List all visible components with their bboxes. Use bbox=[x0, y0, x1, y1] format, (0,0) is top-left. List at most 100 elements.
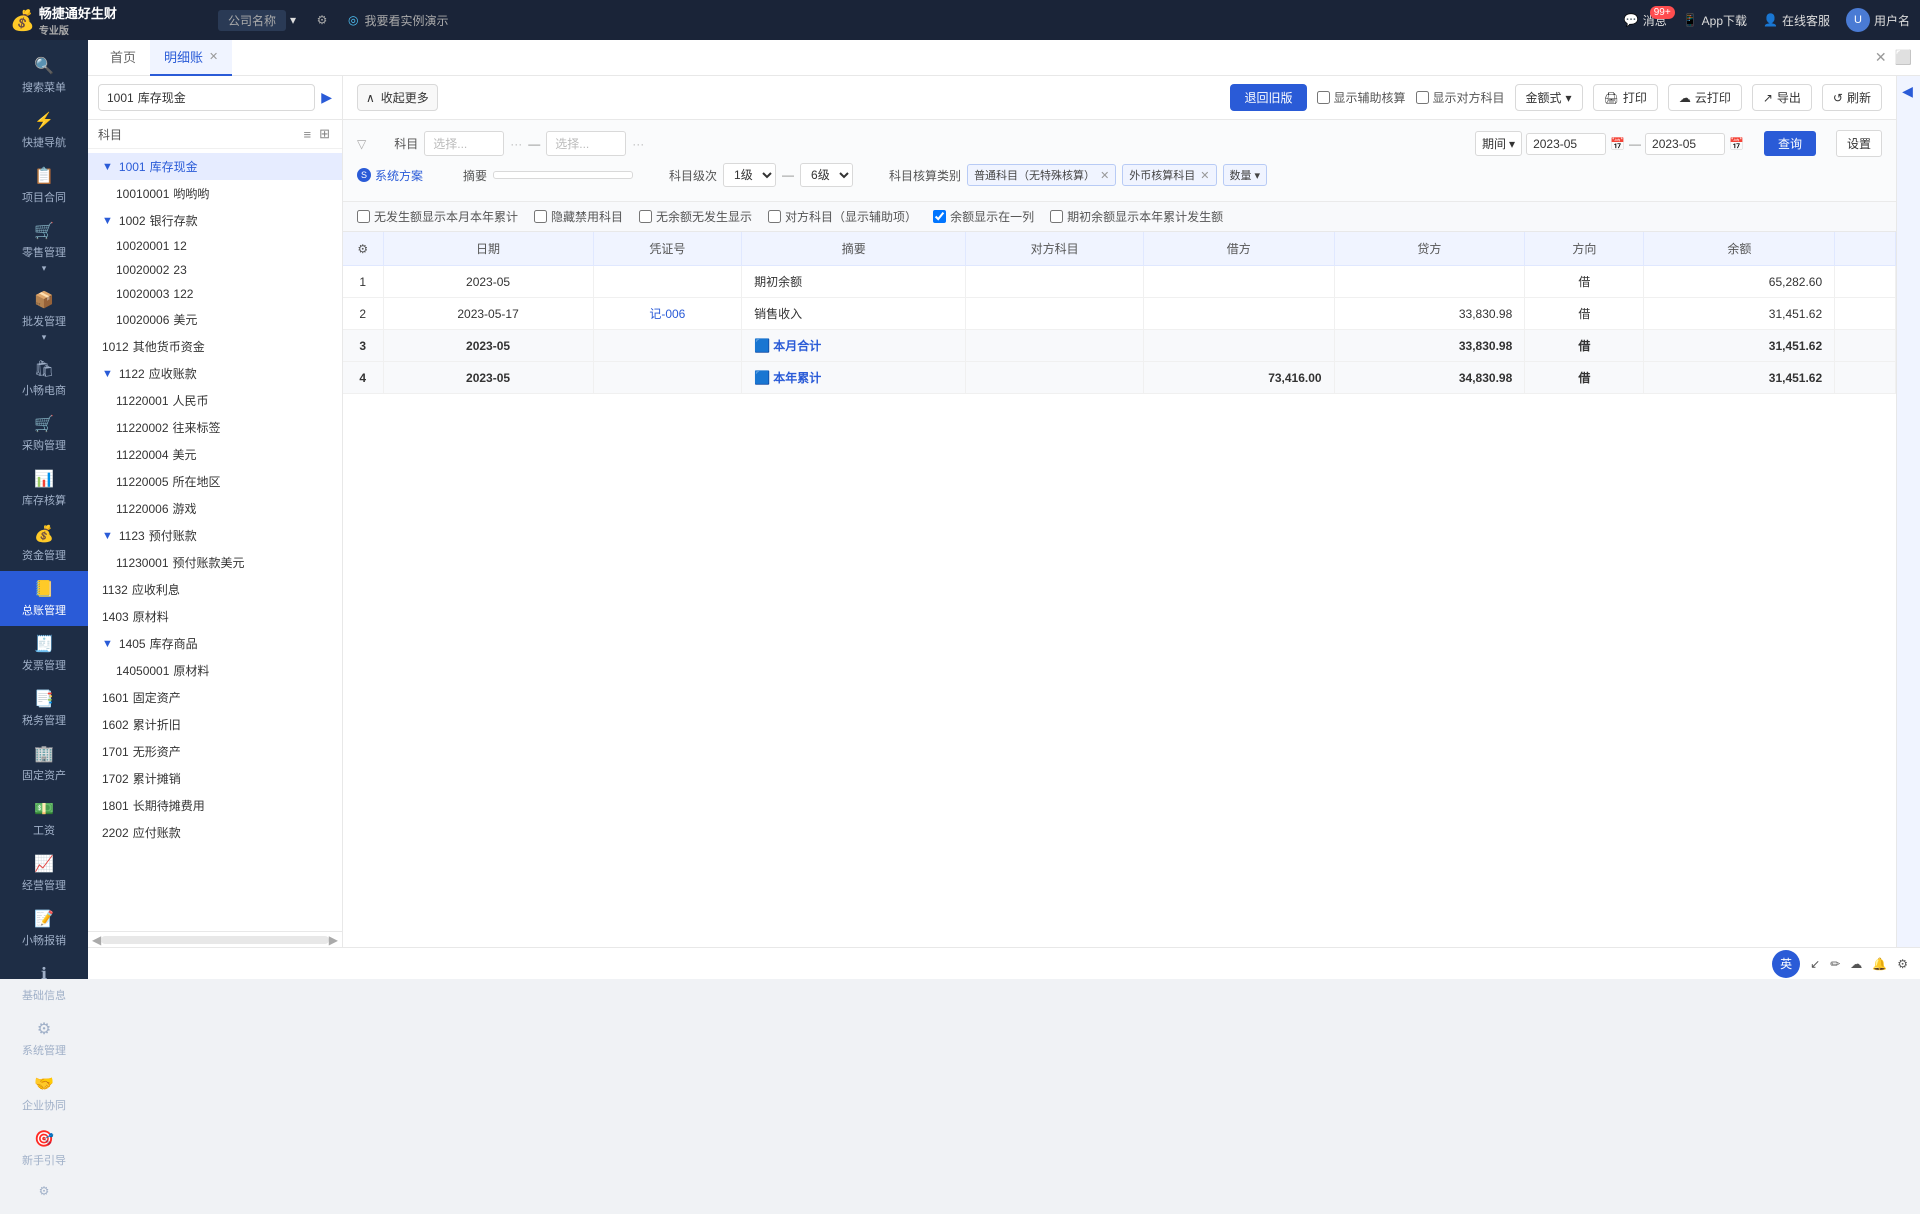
expand-all-btn[interactable]: ⊞ bbox=[317, 124, 332, 144]
tree-item-2202[interactable]: 2202 应付账款 bbox=[88, 819, 342, 846]
tree-item-1001[interactable]: ▼ 1001 库存现金 bbox=[88, 153, 342, 180]
tree-item-1405[interactable]: ▼ 1405 库存商品 bbox=[88, 630, 342, 657]
sidebar-item-guide[interactable]: 🎯 新手引导 bbox=[0, 1121, 88, 1176]
tree-item-14050001[interactable]: 14050001 原材料 bbox=[88, 657, 342, 684]
voucher-link[interactable]: 记-006 bbox=[649, 307, 685, 321]
tree-item-1403[interactable]: 1403 原材料 bbox=[88, 603, 342, 630]
notification-icon[interactable]: 🔔 bbox=[1872, 957, 1887, 971]
show-aux-input[interactable] bbox=[1317, 91, 1330, 104]
sidebar-item-tax[interactable]: 📑 税务管理 bbox=[0, 681, 88, 736]
collapse-icon[interactable]: ↙ bbox=[1810, 957, 1820, 971]
tree-item-10020002[interactable]: 10020002 23 bbox=[88, 258, 342, 282]
subject-to-input[interactable]: 选择... bbox=[546, 131, 626, 156]
right-sidebar[interactable]: ◀ bbox=[1896, 76, 1920, 947]
cb-no-balance-input[interactable] bbox=[639, 210, 652, 223]
account-arrow-icon[interactable]: ▶ bbox=[321, 89, 332, 106]
sidebar-item-invoice[interactable]: 🧾 发票管理 bbox=[0, 626, 88, 681]
cb-no-debit-input[interactable] bbox=[357, 210, 370, 223]
system-scheme-btn[interactable]: S 系统方案 bbox=[357, 167, 423, 184]
scroll-left-btn[interactable]: ◀ bbox=[92, 933, 101, 947]
cb-balance-col[interactable]: 余额显示在一列 bbox=[933, 208, 1034, 225]
show-contra-checkbox[interactable]: 显示对方科目 bbox=[1416, 89, 1505, 106]
tab-close-btn[interactable]: ✕ bbox=[209, 50, 218, 63]
cb-hide-disabled[interactable]: 隐藏禁用科目 bbox=[534, 208, 623, 225]
sidebar-item-collab[interactable]: 🤝 企业协同 bbox=[0, 1066, 88, 1121]
period-end-calendar-icon[interactable]: 📅 bbox=[1729, 137, 1744, 151]
sidebar-settings-btn[interactable]: ⚙ bbox=[35, 1176, 54, 1206]
sidebar-item-search[interactable]: 🔍 搜索菜单 bbox=[0, 48, 88, 103]
tab-detail-ledger[interactable]: 明细账 ✕ bbox=[150, 40, 232, 76]
cb-hide-disabled-input[interactable] bbox=[534, 210, 547, 223]
period-end-input[interactable]: 2023-05 bbox=[1645, 133, 1725, 155]
print-btn[interactable]: 🖨 打印 bbox=[1593, 84, 1658, 111]
tree-item-11230001[interactable]: 11230001 预付账款美元 bbox=[88, 549, 342, 576]
tree-item-1801[interactable]: 1801 长期待摊费用 bbox=[88, 792, 342, 819]
tree-item-11220002[interactable]: 11220002 往来标签 bbox=[88, 414, 342, 441]
sidebar-item-retail[interactable]: 🛒 零售管理 ▾ bbox=[0, 213, 88, 282]
tree-item-1602[interactable]: 1602 累计折旧 bbox=[88, 711, 342, 738]
settings-icon-bottom[interactable]: ⚙ bbox=[1897, 957, 1908, 971]
period-start-input[interactable]: 2023-05 bbox=[1526, 133, 1606, 155]
settings-icon[interactable]: ⚙ bbox=[308, 6, 336, 34]
query-settings-btn[interactable]: 设置 bbox=[1836, 130, 1882, 157]
sidebar-item-ledger[interactable]: 📒 总账管理 bbox=[0, 571, 88, 626]
period-type-select[interactable]: 期间 ▾ bbox=[1475, 131, 1522, 156]
sidebar-item-basic-info[interactable]: ℹ 基础信息 bbox=[0, 956, 88, 1011]
cb-no-debit[interactable]: 无发生额显示本月本年累计 bbox=[357, 208, 518, 225]
message-btn[interactable]: 💬 消息 99+ bbox=[1624, 12, 1667, 29]
tree-item-10010001[interactable]: 10010001 哟哟哟 bbox=[88, 180, 342, 207]
sidebar-item-quicknav[interactable]: ⚡ 快捷导航 bbox=[0, 103, 88, 158]
tree-item-11220005[interactable]: 11220005 所在地区 bbox=[88, 468, 342, 495]
cb-contra-subject-input[interactable] bbox=[768, 210, 781, 223]
subject-level-from-select[interactable]: 1级 2级 bbox=[723, 163, 776, 187]
return-old-btn[interactable]: 退回旧版 bbox=[1230, 84, 1306, 111]
cb-balance-col-input[interactable] bbox=[933, 210, 946, 223]
tree-item-1601[interactable]: 1601 固定资产 bbox=[88, 684, 342, 711]
period-start-calendar-icon[interactable]: 📅 bbox=[1610, 137, 1625, 151]
scroll-right-btn[interactable]: ▶ bbox=[329, 933, 338, 947]
expand-more-btn[interactable]: ∧ 收起更多 bbox=[357, 84, 438, 111]
maximize-btn[interactable]: ⬜ bbox=[1895, 49, 1912, 66]
tree-item-10020003[interactable]: 10020003 122 bbox=[88, 282, 342, 306]
tag-normal-remove-btn[interactable]: ✕ bbox=[1100, 169, 1109, 182]
subject-level-to-select[interactable]: 6级 5级 bbox=[800, 163, 853, 187]
tree-item-10020006[interactable]: 10020006 美元 bbox=[88, 306, 342, 333]
cb-no-balance[interactable]: 无余额无发生显示 bbox=[639, 208, 752, 225]
user-menu[interactable]: U 用户名 bbox=[1846, 8, 1910, 32]
cloud-icon[interactable]: ☁ bbox=[1850, 957, 1862, 971]
cb-contra-subject[interactable]: 对方科目（显示辅助项） bbox=[768, 208, 917, 225]
refresh-btn[interactable]: ↺ 刷新 bbox=[1822, 84, 1882, 111]
tree-item-1701[interactable]: 1701 无形资产 bbox=[88, 738, 342, 765]
cloud-print-btn[interactable]: ☁ 云打印 bbox=[1668, 84, 1742, 111]
cb-opening-balance[interactable]: 期初余额显示本年累计发生额 bbox=[1050, 208, 1223, 225]
th-settings[interactable]: ⚙ bbox=[343, 232, 383, 266]
tree-item-11220006[interactable]: 11220006 游戏 bbox=[88, 495, 342, 522]
tree-item-1122[interactable]: ▼ 1122 应收账款 bbox=[88, 360, 342, 387]
export-btn[interactable]: ↗ 导出 bbox=[1752, 84, 1812, 111]
app-download-btn[interactable]: 📱 App下载 bbox=[1683, 12, 1747, 29]
tag-foreign-remove-btn[interactable]: ✕ bbox=[1200, 169, 1209, 182]
tree-item-10020001[interactable]: 10020001 12 bbox=[88, 234, 342, 258]
subject-from-input[interactable]: 选择... bbox=[424, 131, 504, 156]
sidebar-item-fixed-assets[interactable]: 🏢 固定资产 bbox=[0, 736, 88, 791]
edit-icon[interactable]: ✏ bbox=[1830, 957, 1840, 971]
tree-item-11220001[interactable]: 11220001 人民币 bbox=[88, 387, 342, 414]
list-view-btn[interactable]: ≡ bbox=[302, 125, 314, 144]
tree-item-1702[interactable]: 1702 累计摊销 bbox=[88, 765, 342, 792]
tree-item-1002[interactable]: ▼ 1002 银行存款 bbox=[88, 207, 342, 234]
show-contra-input[interactable] bbox=[1416, 91, 1429, 104]
sidebar-item-project[interactable]: 📋 项目合同 bbox=[0, 158, 88, 213]
tree-item-1012[interactable]: 1012 其他货币资金 bbox=[88, 333, 342, 360]
sidebar-item-system[interactable]: ⚙ 系统管理 bbox=[0, 1011, 88, 1066]
tree-item-1123[interactable]: ▼ 1123 预付账款 bbox=[88, 522, 342, 549]
sidebar-item-purchase[interactable]: 🛒 采购管理 bbox=[0, 406, 88, 461]
show-aux-checkbox[interactable]: 显示辅助核算 bbox=[1317, 89, 1406, 106]
company-dropdown[interactable]: 公司名称 ▾ bbox=[218, 10, 296, 31]
query-btn[interactable]: 查询 bbox=[1764, 131, 1816, 156]
sidebar-item-payroll[interactable]: 💵 工资 bbox=[0, 791, 88, 846]
sidebar-item-ecommerce[interactable]: 🛍 小畅电商 bbox=[0, 351, 88, 406]
demo-link[interactable]: ◎ 我要看实例演示 bbox=[348, 12, 449, 29]
amount-format-btn[interactable]: 金额式 ▾ bbox=[1515, 84, 1583, 111]
cb-opening-balance-input[interactable] bbox=[1050, 210, 1063, 223]
close-all-btn[interactable]: ✕ bbox=[1875, 49, 1887, 66]
